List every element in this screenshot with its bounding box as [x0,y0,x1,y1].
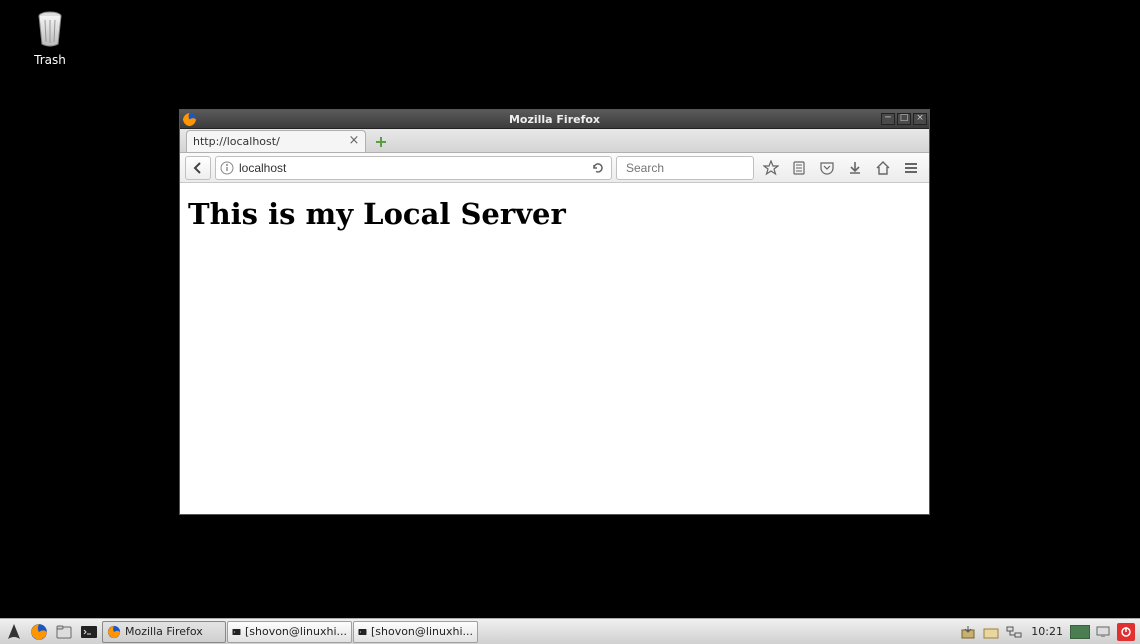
task-label: Mozilla Firefox [125,625,203,638]
maximize-button[interactable]: □ [897,113,911,125]
tab-bar: http://localhost/ × [180,129,929,153]
close-button[interactable]: × [913,113,927,125]
trash-icon [35,10,65,48]
box-arrow-icon [960,624,976,640]
bookmark-star-button[interactable] [758,156,784,180]
star-icon [763,160,779,176]
pocket-icon [819,160,835,176]
task-label: [shovon@linuxhi... [245,625,347,638]
nav-toolbar [180,153,929,183]
hamburger-icon [903,160,919,176]
firefox-launcher[interactable] [27,621,51,643]
download-icon [847,160,863,176]
reading-list-button[interactable] [786,156,812,180]
taskbar-task-firefox[interactable]: Mozilla Firefox [102,621,226,643]
back-button[interactable] [185,156,211,180]
pocket-button[interactable] [814,156,840,180]
system-tray: 10:21 [958,622,1138,642]
tray-power-button[interactable] [1116,622,1136,642]
terminal-icon [80,623,98,641]
home-icon [875,160,891,176]
clipboard-icon [791,160,807,176]
tray-clock[interactable]: 10:21 [1027,625,1067,638]
arch-logo-icon [4,622,24,642]
url-input[interactable] [239,161,584,175]
power-icon [1117,623,1135,641]
terminal-launcher[interactable] [77,621,101,643]
titlebar[interactable]: Mozilla Firefox ─ □ × [180,110,929,129]
taskbar: Mozilla Firefox [shovon@linuxhi... [shov… [0,618,1140,644]
tray-folder-icon[interactable] [981,622,1001,642]
task-label: [shovon@linuxhi... [371,625,473,638]
taskbar-task-terminal-1[interactable]: [shovon@linuxhi... [227,621,352,643]
network-icon [1006,624,1022,640]
tray-updates-icon[interactable] [958,622,978,642]
home-button[interactable] [870,156,896,180]
tray-network-icon[interactable] [1004,622,1024,642]
reload-button[interactable] [589,161,607,175]
browser-window: Mozilla Firefox ─ □ × http://localhost/ … [179,109,930,515]
desktop-trash-label: Trash [28,53,72,67]
new-tab-button[interactable] [370,132,392,152]
browser-tab[interactable]: http://localhost/ × [186,130,366,152]
page-viewport[interactable]: This is my Local Server [180,183,929,514]
menu-button[interactable] [898,156,924,180]
downloads-button[interactable] [842,156,868,180]
terminal-icon [232,625,241,639]
tray-volume[interactable] [1070,622,1090,642]
firefox-icon [30,623,48,641]
firefox-icon [107,625,121,639]
folder-icon [983,624,999,640]
minimize-button[interactable]: ─ [881,113,895,125]
files-launcher[interactable] [52,621,76,643]
tab-close-icon[interactable]: × [347,135,361,149]
volume-icon [1070,625,1090,639]
page-heading: This is my Local Server [188,197,921,231]
window-title: Mozilla Firefox [180,113,929,126]
url-bar[interactable] [215,156,612,180]
desktop-trash[interactable]: Trash [28,10,72,67]
app-menu-button[interactable] [2,621,26,643]
search-bar[interactable] [616,156,754,180]
desktop-icon [1095,624,1111,640]
tab-title: http://localhost/ [193,135,280,148]
terminal-icon [358,625,367,639]
tray-show-desktop[interactable] [1093,622,1113,642]
files-icon [55,623,73,641]
info-icon[interactable] [220,161,234,175]
taskbar-task-terminal-2[interactable]: [shovon@linuxhi... [353,621,478,643]
reload-icon [591,161,605,175]
back-arrow-icon [191,161,205,175]
plus-icon [375,136,387,148]
